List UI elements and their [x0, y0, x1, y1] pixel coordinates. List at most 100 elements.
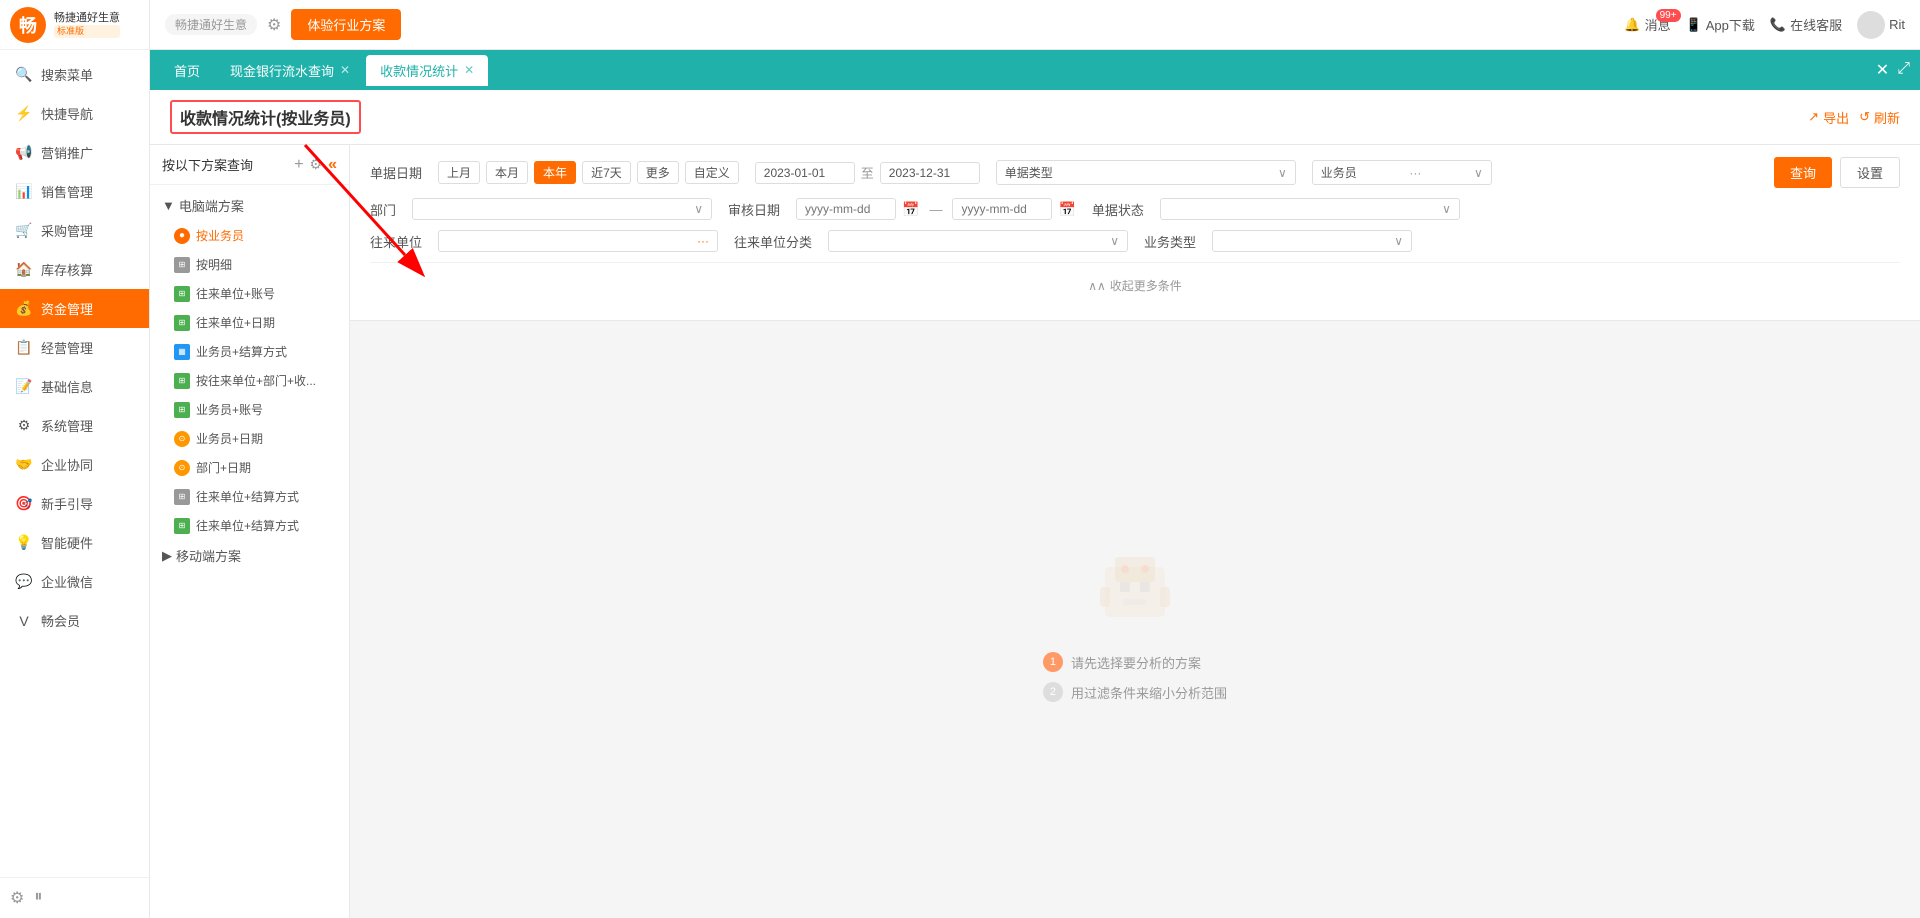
scheme-item-unit-account[interactable]: ⊞ 往来单位+账号: [150, 279, 349, 308]
search-icon: 🔍: [15, 66, 33, 84]
sidebar-item-collab[interactable]: 🤝 企业协同: [0, 445, 149, 484]
scheme-item-salesman-settle[interactable]: ▦ 业务员+结算方式: [150, 337, 349, 366]
sidebar-item-newuser[interactable]: 🎯 新手引导: [0, 484, 149, 523]
sidebar-item-member[interactable]: V 畅会员: [0, 601, 149, 640]
window-close-btn[interactable]: ✕: [1876, 60, 1889, 80]
customer-service-btn[interactable]: 📞 在线客服: [1770, 15, 1842, 34]
notification-btn[interactable]: 🔔 消息 99+: [1624, 15, 1670, 34]
business-type-select[interactable]: ∨: [1212, 230, 1412, 252]
salesman-account-icon: ⊞: [174, 402, 190, 418]
detail-icon: ⊞: [174, 257, 190, 273]
header-right: 🔔 消息 99+ 📱 App下载 📞 在线客服 Rit: [1624, 11, 1905, 39]
unit-date-icon: ⊞: [174, 315, 190, 331]
sidebar-item-sales[interactable]: 📊 销售管理: [0, 172, 149, 211]
unit-settle2-icon: ⊞: [174, 518, 190, 534]
scheme-item-unit-settle1[interactable]: ⊞ 往来单位+结算方式: [150, 482, 349, 511]
scheme-item-salesman-date[interactable]: ⊙ 业务员+日期: [150, 424, 349, 453]
review-from-calendar-icon[interactable]: 📅: [902, 201, 919, 218]
query-btn[interactable]: 查询: [1774, 157, 1832, 188]
date-to-input[interactable]: [880, 162, 980, 184]
scheme-item-dept-date[interactable]: ⊙ 部门+日期: [150, 453, 349, 482]
add-scheme-btn[interactable]: +: [294, 156, 303, 174]
scheme-item-unit-date[interactable]: ⊞ 往来单位+日期: [150, 308, 349, 337]
doc-type-arrow: ∨: [1278, 166, 1287, 180]
review-to-input[interactable]: [952, 198, 1052, 220]
sidebar-item-inventory[interactable]: 🏠 库存核算: [0, 250, 149, 289]
counterpart-more-btn[interactable]: ···: [697, 234, 709, 248]
collapse-more-btn[interactable]: ∧∧ 收起更多条件: [1080, 269, 1190, 302]
purchase-icon: 🛒: [15, 222, 33, 240]
date-custom[interactable]: 自定义: [685, 161, 739, 184]
unit-account-icon: ⊞: [174, 286, 190, 302]
sidebar-collapse-btn[interactable]: ⏸: [34, 888, 42, 908]
filter-row-2: 部门 ∨ 审核日期 📅 — 📅 单据状态: [370, 198, 1900, 220]
scheme-settings-btn[interactable]: ⚙: [310, 156, 323, 174]
scheme-group-pc: ▼ 电脑端方案: [150, 190, 349, 221]
scheme-item-unit-dept[interactable]: ⊞ 按往来单位+部门+收...: [150, 366, 349, 395]
salesman-select[interactable]: 业务员 ··· ∨: [1312, 160, 1492, 185]
header-settings-icon[interactable]: ⚙: [267, 15, 281, 35]
content-area: 按以下方案查询 + ⚙ « ▼ 电脑端方案: [150, 145, 1920, 918]
trial-btn[interactable]: 体验行业方案: [291, 9, 401, 40]
scheme-item-unit-settle2[interactable]: ⊞ 往来单位+结算方式: [150, 511, 349, 540]
review-from-input[interactable]: [796, 198, 896, 220]
sidebar-item-search[interactable]: 🔍 搜索菜单: [0, 55, 149, 94]
date-from-input[interactable]: [755, 162, 855, 184]
doc-type-select[interactable]: 单据类型 ∨: [996, 160, 1296, 185]
tab-collection-stats[interactable]: 收款情况统计 ✕: [366, 55, 488, 86]
sidebar-item-baseinfo[interactable]: 📝 基础信息: [0, 367, 149, 406]
filter-area: 单据日期 上月 本月 本年 近7天 更多 自定义 至: [350, 145, 1920, 321]
operation-icon: 📋: [15, 339, 33, 357]
sidebar-bottom: ⚙ ⏸: [0, 877, 149, 918]
system-icon: ⚙: [15, 417, 33, 435]
main-content: 畅捷通好生意 ⚙ 体验行业方案 🔔 消息 99+ 📱 App下载 📞 在线客服 …: [150, 0, 1920, 918]
tab-home[interactable]: 首页: [160, 55, 214, 86]
settings-btn[interactable]: 设置: [1840, 157, 1900, 188]
action-btns: 查询 设置: [1774, 157, 1900, 188]
sidebar-item-wechat[interactable]: 💬 企业微信: [0, 562, 149, 601]
dept-label: 部门: [370, 200, 396, 219]
review-to-calendar-icon[interactable]: 📅: [1058, 201, 1075, 218]
app-download-btn[interactable]: 📱 App下载: [1686, 15, 1755, 34]
placeholder-illustration: [1085, 537, 1185, 637]
sidebar-item-purchase[interactable]: 🛒 采购管理: [0, 211, 149, 250]
sidebar-item-marketing[interactable]: 📢 营销推广: [0, 133, 149, 172]
logo-icon: 畅: [10, 7, 46, 43]
scheme-group-pc-header[interactable]: ▼ 电脑端方案: [162, 196, 337, 215]
scheme-item-salesman-account[interactable]: ⊞ 业务员+账号: [150, 395, 349, 424]
filter-divider: ∧∧ 收起更多条件: [370, 262, 1900, 308]
tab-close-bank[interactable]: ✕: [340, 63, 350, 77]
sidebar-item-system[interactable]: ⚙ 系统管理: [0, 406, 149, 445]
sidebar-item-operation[interactable]: 📋 经营管理: [0, 328, 149, 367]
doc-status-label: 单据状态: [1092, 200, 1144, 219]
counterpart-input[interactable]: ···: [438, 230, 718, 252]
sidebar-item-finance[interactable]: 💰 资金管理: [0, 289, 149, 328]
finance-icon: 💰: [15, 300, 33, 318]
tab-bank-flow[interactable]: 现金银行流水查询 ✕: [216, 55, 364, 86]
data-area: 1 请先选择要分析的方案 2 用过滤条件来缩小分析范围: [350, 321, 1920, 918]
date-last-month[interactable]: 上月: [438, 161, 480, 184]
wechat-icon: 💬: [15, 573, 33, 591]
scheme-group-mobile-header[interactable]: ▶ 移动端方案: [162, 546, 337, 565]
tab-bar-actions: ✕ ⤢: [1876, 60, 1910, 80]
date-more[interactable]: 更多: [637, 161, 679, 184]
doc-status-select[interactable]: ∨: [1160, 198, 1460, 220]
date-this-month[interactable]: 本月: [486, 161, 528, 184]
refresh-btn[interactable]: ↺ 刷新: [1859, 108, 1900, 127]
tab-close-collection[interactable]: ✕: [464, 63, 474, 77]
date-7days[interactable]: 近7天: [582, 161, 631, 184]
unit-dept-icon: ⊞: [174, 373, 190, 389]
counterpart-category-select[interactable]: ∨: [828, 230, 1128, 252]
window-expand-btn[interactable]: ⤢: [1897, 60, 1910, 80]
dept-select[interactable]: ∨: [412, 198, 712, 220]
sidebar-item-quicknav[interactable]: ⚡ 快捷导航: [0, 94, 149, 133]
sidebar-item-hardware[interactable]: 💡 智能硬件: [0, 523, 149, 562]
sidebar-settings-btn[interactable]: ⚙: [10, 888, 24, 908]
scheme-item-by-salesman[interactable]: ● 按业务员: [150, 221, 349, 250]
left-panel-collapse-btn[interactable]: «: [328, 156, 337, 174]
user-area[interactable]: Rit: [1857, 11, 1905, 39]
date-this-year[interactable]: 本年: [534, 161, 576, 184]
placeholder-steps: 1 请先选择要分析的方案 2 用过滤条件来缩小分析范围: [1043, 652, 1227, 702]
export-btn[interactable]: ↗ 导出: [1808, 108, 1849, 127]
scheme-item-detail[interactable]: ⊞ 按明细: [150, 250, 349, 279]
